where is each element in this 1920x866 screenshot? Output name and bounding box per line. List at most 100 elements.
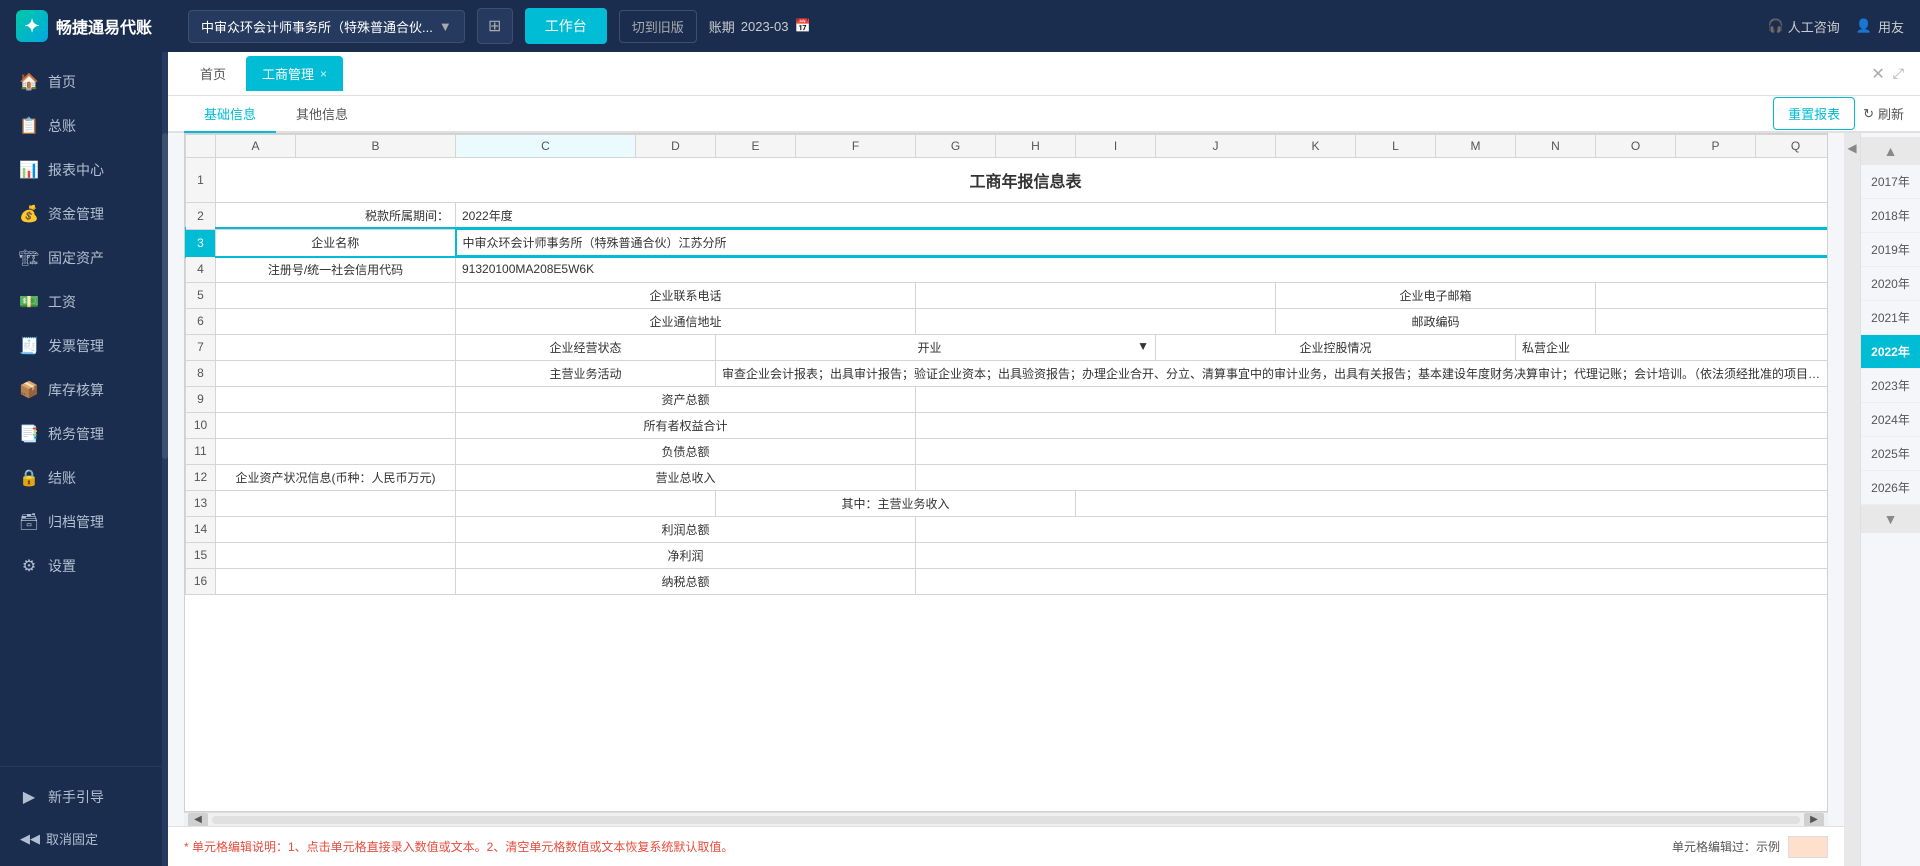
cell-2-C[interactable]: 2022年度 xyxy=(456,203,1829,230)
tab-close-icon[interactable]: × xyxy=(320,67,327,81)
col-header-N: N xyxy=(1516,135,1596,158)
sidebar-item-fund[interactable]: 💰 资金管理 xyxy=(0,192,168,236)
workbench-button[interactable]: 工作台 xyxy=(525,8,607,44)
cell-5-N[interactable] xyxy=(1596,282,1829,308)
cell-5-J: 企业电子邮箱 xyxy=(1276,282,1596,308)
status-bar-right: 单元格编辑过：示例 xyxy=(1672,836,1828,858)
cell-5-G[interactable] xyxy=(916,282,1276,308)
sidebar-label-close: 结账 xyxy=(48,468,76,488)
year-panel-down-button[interactable]: ▼ xyxy=(1861,505,1920,533)
h-scroll-left-button[interactable]: ◀ xyxy=(188,813,208,827)
cell-3-C[interactable]: 中审众环会计师事务所（特殊普通合伙）江苏分所 xyxy=(456,229,1829,256)
sidebar-label-inventory: 库存核算 xyxy=(48,380,104,400)
pin-icon: ◀◀ xyxy=(20,831,40,847)
content-area: 首页 工商管理 × ✕ ⤢ 基础信息 其他信息 重置报表 xyxy=(168,52,1920,866)
refresh-button[interactable]: ↻ 刷新 xyxy=(1863,104,1904,123)
cell-16-G[interactable] xyxy=(916,568,1829,594)
company-selector[interactable]: 中审众环会计师事务所（特殊普通合伙... ▼ xyxy=(188,10,465,43)
table-row: 1 工商年报信息表 xyxy=(186,158,1829,203)
sidebar-item-tax[interactable]: 📑 税务管理 xyxy=(0,412,168,456)
user-area[interactable]: 👤 用友 xyxy=(1856,17,1904,36)
table-row: 11 负债总额 xyxy=(186,438,1829,464)
col-header-L: L xyxy=(1356,135,1436,158)
year-item-2018[interactable]: 2018年 xyxy=(1861,199,1920,233)
inventory-icon: 📦 xyxy=(20,381,38,399)
sidebar-item-ledger[interactable]: 📋 总账 xyxy=(0,104,168,148)
col-header-H: H xyxy=(996,135,1076,158)
table-row: 5 企业联系电话 企业电子邮箱 xyxy=(186,282,1829,308)
cell-9-G[interactable] xyxy=(916,386,1829,412)
sub-tab-other[interactable]: 其他信息 xyxy=(276,96,368,133)
tab-home[interactable]: 首页 xyxy=(184,56,242,91)
sidebar-item-invoice[interactable]: 🧾 发票管理 xyxy=(0,324,168,368)
year-item-2023[interactable]: 2023年 xyxy=(1861,369,1920,403)
year-item-2026[interactable]: 2026年 xyxy=(1861,471,1920,505)
sidebar-item-archive[interactable]: 🗃 归档管理 xyxy=(0,500,168,544)
row-num-12: 12 xyxy=(186,464,216,490)
panel-expand-icon[interactable]: ⤢ xyxy=(1893,65,1904,82)
cell-6-J: 邮政编码 xyxy=(1276,308,1596,334)
year-item-2024[interactable]: 2024年 xyxy=(1861,403,1920,437)
h-scroll-track[interactable] xyxy=(212,816,1800,824)
col-header-row: A B C D E F G H I J K L xyxy=(186,135,1829,158)
year-item-2021[interactable]: 2021年 xyxy=(1861,301,1920,335)
service-button[interactable]: 🎧 人工咨询 xyxy=(1768,17,1840,36)
cell-12-G[interactable] xyxy=(916,464,1829,490)
cell-7-N[interactable]: 私营企业 xyxy=(1516,334,1829,360)
tab-bizadmin[interactable]: 工商管理 × xyxy=(246,56,343,91)
table-row: 6 企业通信地址 邮政编码 xyxy=(186,308,1829,334)
sidebar-item-home[interactable]: 🏠 首页 xyxy=(0,60,168,104)
period-label: 账期 xyxy=(709,17,735,36)
switch-version-button[interactable]: 切到旧版 xyxy=(619,10,697,43)
cell-4-C[interactable]: 91320100MA208E5W6K xyxy=(456,256,1829,282)
cell-7-E[interactable]: 开业 ▼ xyxy=(716,334,1156,360)
sidebar-pin-button[interactable]: ◀◀ 取消固定 xyxy=(0,819,168,858)
sub-tab-basic[interactable]: 基础信息 xyxy=(184,96,276,133)
year-item-2022[interactable]: 2022年 xyxy=(1861,335,1920,369)
cell-5-C: 企业联系电话 xyxy=(456,282,916,308)
cell-6-C: 企业通信地址 xyxy=(456,308,916,334)
row-num-9: 9 xyxy=(186,386,216,412)
doc-icon-button[interactable]: ⊞ xyxy=(477,8,513,44)
reset-report-button[interactable]: 重置报表 xyxy=(1773,97,1855,130)
salary-icon: 💵 xyxy=(20,293,38,311)
sidebar-item-inventory[interactable]: 📦 库存核算 xyxy=(0,368,168,412)
table-row-selected: 3 企业名称 中审众环会计师事务所（特殊普通合伙）江苏分所 xyxy=(186,229,1829,256)
cell-15-G[interactable] xyxy=(916,542,1829,568)
sidebar-label-invoice: 发票管理 xyxy=(48,336,104,356)
app-name: 畅捷通易代账 xyxy=(56,14,152,38)
cell-8-AB xyxy=(216,360,456,386)
sidebar-item-close[interactable]: 🔒 结账 xyxy=(0,456,168,500)
year-panel: ▲ 2017年 2018年 2019年 2020年 2021年 2022年 20… xyxy=(1860,133,1920,866)
cell-5-AB xyxy=(216,282,456,308)
year-item-2025[interactable]: 2025年 xyxy=(1861,437,1920,471)
right-collapse-panel[interactable]: ◀ xyxy=(1844,133,1860,866)
sidebar-item-report[interactable]: 📊 报表中心 xyxy=(0,148,168,192)
year-item-2020[interactable]: 2020年 xyxy=(1861,267,1920,301)
h-scroll-right-button[interactable]: ▶ xyxy=(1804,813,1824,827)
sidebar-item-salary[interactable]: 💵 工资 xyxy=(0,280,168,324)
panel-close-icon[interactable]: ✕ xyxy=(1871,64,1884,84)
cell-14-G[interactable] xyxy=(916,516,1829,542)
top-header: ✦ 畅捷通易代账 中审众环会计师事务所（特殊普通合伙... ▼ ⊞ 工作台 切到… xyxy=(0,0,1920,52)
cell-6-G[interactable] xyxy=(916,308,1276,334)
sidebar-item-fixed[interactable]: 🏗 固定资产 xyxy=(0,236,168,280)
cell-13-I[interactable] xyxy=(1076,490,1829,516)
cell-4-AB: 注册号/统一社会信用代码 xyxy=(216,256,456,282)
sidebar-item-settings[interactable]: ⚙ 设置 xyxy=(0,544,168,588)
sidebar-label-tax: 税务管理 xyxy=(48,424,104,444)
cell-11-G[interactable] xyxy=(916,438,1829,464)
cell-6-N[interactable] xyxy=(1596,308,1829,334)
year-panel-up-button[interactable]: ▲ xyxy=(1861,137,1920,165)
sidebar-item-newbie[interactable]: ▶ 新手引导 xyxy=(0,775,168,819)
cell-3-AB: 企业名称 xyxy=(216,229,456,256)
table-row: 4 注册号/统一社会信用代码 91320100MA208E5W6K xyxy=(186,256,1829,282)
cell-8-E[interactable]: 审查企业会计报表；出具审计报告；验证企业资本；出具验资报告；办理企业合开、分立、… xyxy=(716,360,1829,386)
year-item-2017[interactable]: 2017年 xyxy=(1861,165,1920,199)
col-header-F: F xyxy=(796,135,916,158)
year-item-2019[interactable]: 2019年 xyxy=(1861,233,1920,267)
cell-6-AB xyxy=(216,308,456,334)
example-cell xyxy=(1788,836,1828,858)
period-info: 账期 2023-03 📅 xyxy=(709,17,811,36)
cell-10-G[interactable] xyxy=(916,412,1829,438)
